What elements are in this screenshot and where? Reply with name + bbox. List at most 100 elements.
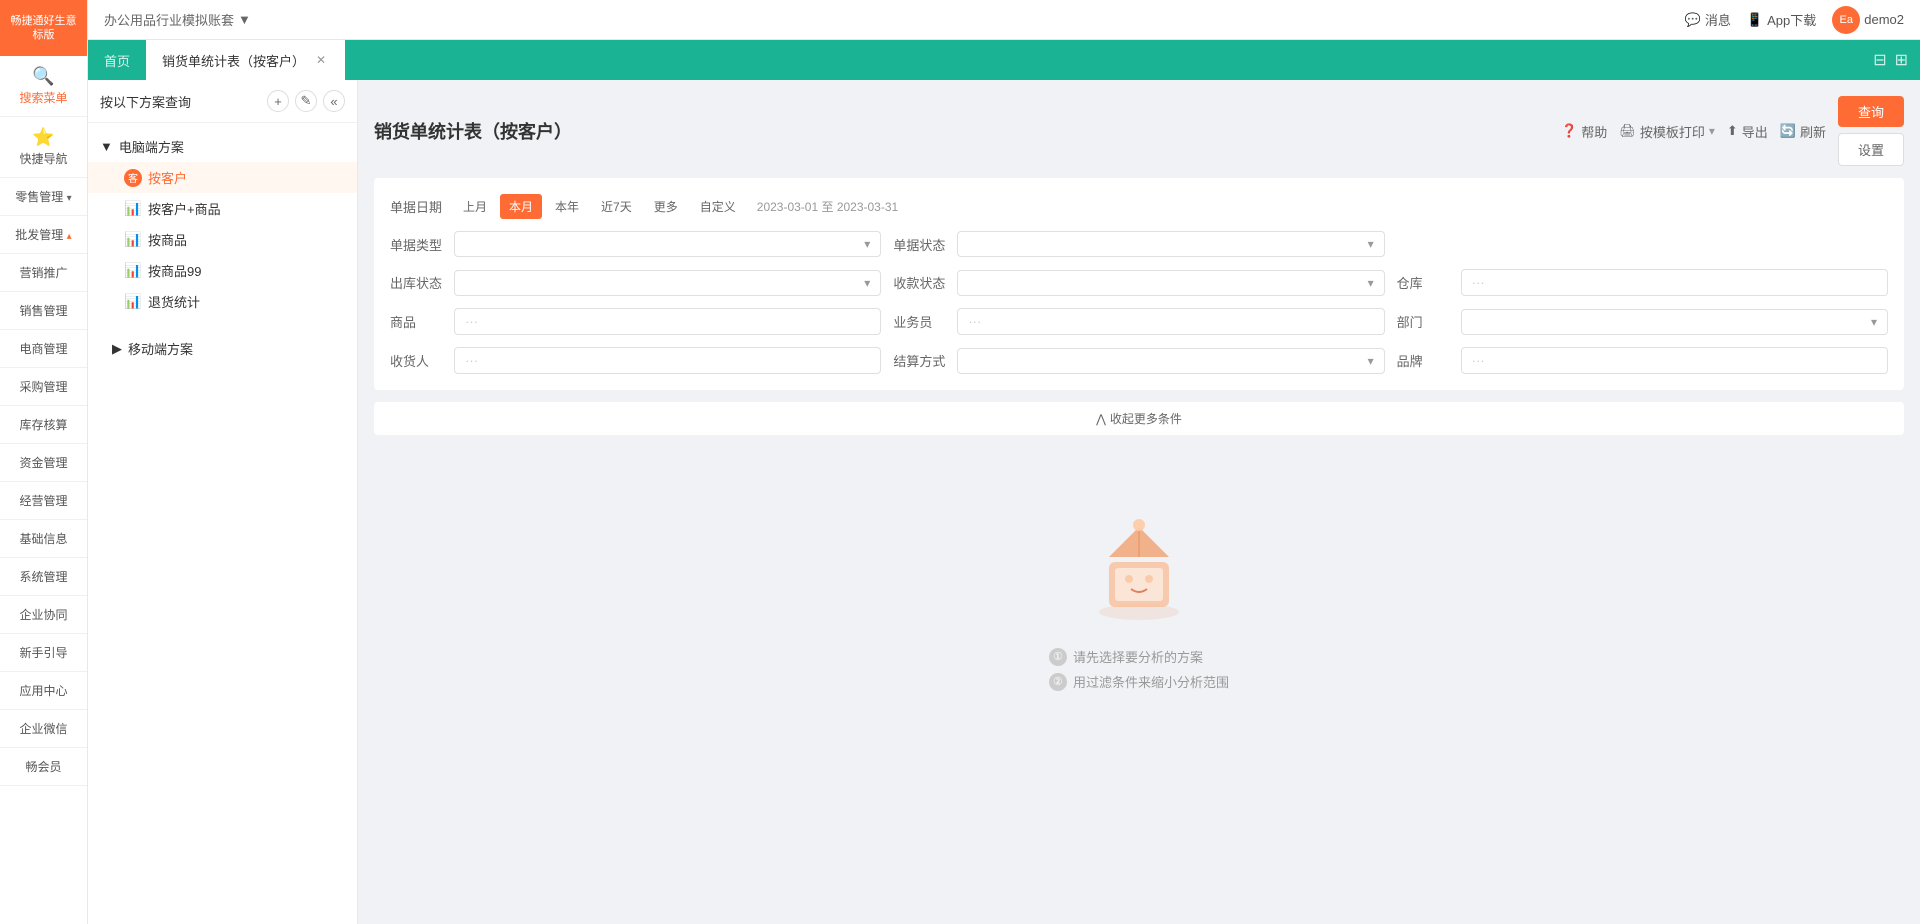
sidebar-item-shortcut[interactable]: ⭐ 快捷导航: [0, 117, 87, 178]
export-button[interactable]: ⬆ 导出: [1727, 122, 1768, 141]
mobile-section: ▶ 移动端方案: [88, 325, 357, 372]
receiver-label: 收货人: [390, 351, 446, 370]
search-icon: 🔍: [4, 66, 83, 87]
star-icon: ⭐: [4, 127, 83, 148]
payment-status-select[interactable]: ▾: [957, 270, 1384, 296]
filter-card: 单据日期 上月 本月 本年 近7天 更多 自定义 2023-03-01 至 20…: [374, 178, 1904, 390]
sidebar-item-wholesale[interactable]: 批发管理 ▴: [0, 216, 87, 254]
chevron-down-icon: ▾: [1709, 124, 1715, 138]
sidebar-item-appstore[interactable]: 应用中心: [0, 672, 87, 710]
sidebar: 畅捷通好生意 标版 🔍 搜索菜单 ⭐ 快捷导航 零售管理 ▾ 批发管理 ▴ 营销…: [0, 0, 88, 924]
arrow-down-icon: ▼: [100, 139, 113, 154]
sidebar-item-basic[interactable]: 基础信息: [0, 520, 87, 558]
chart-icon-4: 📊: [124, 293, 142, 311]
message-button[interactable]: 💬 消息: [1685, 10, 1731, 29]
scheme-return-stat[interactable]: 📊 退货统计: [88, 286, 357, 317]
add-scheme-button[interactable]: +: [267, 90, 289, 112]
sidebar-item-sales[interactable]: 销售管理: [0, 292, 87, 330]
tab-bar: 首页 销货单统计表（按客户） ✕ ⊟ ⊞: [88, 40, 1920, 80]
date-tab-last-month[interactable]: 上月: [454, 194, 496, 219]
user-profile[interactable]: Ea demo2: [1832, 6, 1904, 34]
scheme-by-customer[interactable]: 客 按客户: [88, 162, 357, 193]
chart-icon-1: 📊: [124, 200, 142, 218]
sidebar-item-ecommerce[interactable]: 电商管理: [0, 330, 87, 368]
product-select[interactable]: ···: [454, 308, 881, 335]
tab-minimize-button[interactable]: ⊟: [1873, 50, 1886, 70]
payment-method-select[interactable]: ▾: [957, 348, 1384, 374]
date-tab-this-year[interactable]: 本年: [546, 194, 588, 219]
date-filter-item: 单据日期 上月 本月 本年 近7天 更多 自定义 2023-03-01 至 20…: [390, 194, 1385, 219]
arrow-right-icon: ▶: [112, 341, 122, 357]
brand-select[interactable]: ···: [1461, 347, 1888, 374]
tab-close-icon[interactable]: ✕: [313, 52, 329, 68]
query-settings-group: 查询 设置: [1838, 96, 1904, 166]
chevron-down-icon-4: ▾: [1368, 276, 1374, 290]
sidebar-item-marketing[interactable]: 营销推广: [0, 254, 87, 292]
sidebar-item-member[interactable]: 畅会员: [0, 748, 87, 786]
salesperson-select[interactable]: ···: [957, 308, 1384, 335]
scheme-by-product-99[interactable]: 📊 按商品99: [88, 255, 357, 286]
left-panel-title: 按以下方案查询: [100, 92, 191, 111]
app-name-dropdown[interactable]: 办公用品行业模拟账套 ▼: [104, 10, 251, 29]
order-type-item: 单据类型 ▾: [390, 231, 881, 257]
stock-payment-row: 出库状态 ▾ 收款状态 ▾ 仓库: [390, 269, 1888, 296]
left-panel: 按以下方案查询 + ✎ « ▼ 电脑端方案 客 按客户 📊 按客: [88, 80, 358, 924]
sidebar-item-inventory[interactable]: 库存核算: [0, 406, 87, 444]
top-header: 办公用品行业模拟账套 ▼ 💬 消息 📱 App下载 Ea demo2: [88, 0, 1920, 40]
app-name: 办公用品行业模拟账套: [104, 10, 234, 29]
sidebar-item-retail[interactable]: 零售管理 ▾: [0, 178, 87, 216]
date-tab-custom[interactable]: 自定义: [691, 194, 745, 219]
tab-home[interactable]: 首页: [88, 40, 146, 80]
order-status-select[interactable]: ▾: [957, 231, 1384, 257]
sidebar-item-search[interactable]: 🔍 搜索菜单: [0, 56, 87, 117]
sidebar-item-wechat[interactable]: 企业微信: [0, 710, 87, 748]
logo-text: 畅捷通好生意 标版: [11, 14, 77, 43]
print-button[interactable]: 🖨 按模板打印 ▾: [1619, 122, 1715, 141]
message-icon: 💬: [1685, 12, 1701, 28]
date-tab-last-7[interactable]: 近7天: [592, 194, 641, 219]
avatar: Ea: [1832, 6, 1860, 34]
collapse-panel-button[interactable]: «: [323, 90, 345, 112]
tab-bar-expand: ⊟ ⊞: [1873, 50, 1920, 70]
salesperson-item: 业务员 ···: [893, 308, 1384, 335]
brand-item: 品牌 ···: [1397, 347, 1888, 374]
collapse-up-icon: ⋀: [1096, 412, 1106, 426]
receiver-select[interactable]: ···: [454, 347, 881, 374]
chart-icon-2: 📊: [124, 231, 142, 249]
scheme-by-customer-product[interactable]: 📊 按客户+商品: [88, 193, 357, 224]
help-link[interactable]: ❓ 帮助: [1561, 122, 1607, 141]
date-tab-more[interactable]: 更多: [645, 194, 687, 219]
print-icon: 🖨: [1619, 123, 1636, 139]
phone-icon: 📱: [1747, 12, 1763, 28]
export-icon: ⬆: [1727, 123, 1738, 139]
chart-icon-3: 📊: [124, 262, 142, 280]
customer-scheme-icon: 客: [124, 169, 142, 187]
edit-scheme-button[interactable]: ✎: [295, 90, 317, 112]
stock-status-item: 出库状态 ▾: [390, 269, 881, 296]
scheme-by-product[interactable]: 📊 按商品: [88, 224, 357, 255]
collapse-bar[interactable]: ⋀ 收起更多条件: [374, 402, 1904, 435]
sidebar-item-enterprise[interactable]: 企业协同: [0, 596, 87, 634]
sidebar-item-purchase[interactable]: 采购管理: [0, 368, 87, 406]
stock-status-select[interactable]: ▾: [454, 270, 881, 296]
query-button[interactable]: 查询: [1838, 96, 1904, 127]
date-label: 单据日期: [390, 197, 446, 216]
department-item: 部门 ▾: [1397, 308, 1888, 335]
sidebar-item-operation[interactable]: 经营管理: [0, 482, 87, 520]
mobile-section-header[interactable]: ▶ 移动端方案: [88, 333, 357, 364]
date-tab-this-month[interactable]: 本月: [500, 194, 542, 219]
app-download-button[interactable]: 📱 App下载: [1747, 10, 1816, 29]
sidebar-item-system[interactable]: 系统管理: [0, 558, 87, 596]
desktop-section-header[interactable]: ▼ 电脑端方案: [88, 131, 357, 162]
payment-status-label: 收款状态: [893, 273, 949, 292]
department-select[interactable]: ▾: [1461, 309, 1888, 335]
tab-sales-stat[interactable]: 销货单统计表（按客户） ✕: [146, 40, 345, 80]
sidebar-item-finance[interactable]: 资金管理: [0, 444, 87, 482]
refresh-button[interactable]: 🔄 刷新: [1780, 122, 1826, 141]
tab-maximize-button[interactable]: ⊞: [1895, 50, 1908, 70]
empty-tip-1: ① 请先选择要分析的方案: [1049, 647, 1229, 666]
order-type-select[interactable]: ▾: [454, 231, 881, 257]
warehouse-select[interactable]: ···: [1461, 269, 1888, 296]
sidebar-item-newbie[interactable]: 新手引导: [0, 634, 87, 672]
settings-button[interactable]: 设置: [1838, 133, 1904, 166]
